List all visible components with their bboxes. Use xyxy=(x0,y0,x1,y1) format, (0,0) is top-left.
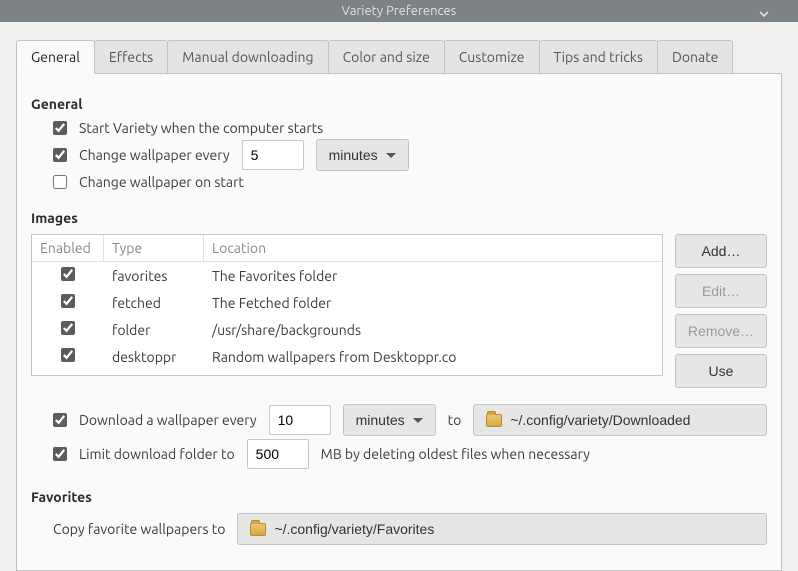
row-type: folder xyxy=(104,320,204,340)
download-path-button[interactable]: ~/.config/variety/Downloaded xyxy=(473,404,767,436)
table-row[interactable]: desktopprRandom wallpapers from Desktopp… xyxy=(32,343,662,370)
table-row[interactable]: fetchedThe Fetched folder xyxy=(32,289,662,316)
window-titlebar: Variety Preferences xyxy=(0,0,798,22)
row-enabled-checkbox[interactable] xyxy=(61,294,75,308)
tab-tips-and-tricks[interactable]: Tips and tricks xyxy=(539,40,658,73)
download-every-value[interactable] xyxy=(269,405,331,435)
folder-icon xyxy=(486,414,502,427)
download-every-unit-select[interactable]: minutes xyxy=(343,404,436,436)
start-on-boot-label: Start Variety when the computer starts xyxy=(79,120,323,136)
section-heading-general: General xyxy=(31,96,767,112)
favorites-path-label: ~/.config/variety/Favorites xyxy=(274,521,434,537)
window-title: Variety Preferences xyxy=(342,4,457,18)
row-type: favorites xyxy=(104,266,204,286)
chevron-down-icon xyxy=(386,153,396,163)
change-every-unit-label: minutes xyxy=(329,147,378,163)
col-header-type[interactable]: Type xyxy=(104,235,204,262)
add-button[interactable]: Add… xyxy=(675,234,767,268)
change-every-unit-select[interactable]: minutes xyxy=(316,139,409,171)
row-location: The Fetched folder xyxy=(204,293,662,313)
tab-donate[interactable]: Donate xyxy=(657,40,733,73)
table-row[interactable]: favoritesThe Favorites folder xyxy=(32,262,662,289)
row-enabled-checkbox[interactable] xyxy=(61,267,75,281)
download-every-unit-label: minutes xyxy=(356,412,405,428)
tab-general[interactable]: General xyxy=(16,40,95,74)
download-to-label: to xyxy=(448,412,462,428)
tab-bar: General Effects Manual downloading Color… xyxy=(16,40,782,74)
col-header-enabled[interactable]: Enabled xyxy=(32,235,104,262)
chevron-down-icon xyxy=(413,418,423,428)
tab-effects[interactable]: Effects xyxy=(94,40,168,73)
change-on-start-label: Change wallpaper on start xyxy=(79,174,244,190)
row-location: Random wallpapers from Desktoppr.co xyxy=(204,347,662,367)
change-every-value[interactable] xyxy=(242,140,304,170)
edit-button[interactable]: Edit… xyxy=(675,274,767,308)
folder-icon xyxy=(250,523,266,536)
favorites-path-button[interactable]: ~/.config/variety/Favorites xyxy=(237,513,767,545)
use-button[interactable]: Use xyxy=(675,354,767,388)
download-path-label: ~/.config/variety/Downloaded xyxy=(510,412,690,428)
panel-general: General Start Variety when the computer … xyxy=(16,74,782,571)
row-type: desktoppr xyxy=(104,347,204,367)
limit-folder-suffix: MB by deleting oldest files when necessa… xyxy=(321,446,590,462)
remove-button[interactable]: Remove… xyxy=(675,314,767,348)
row-enabled-checkbox[interactable] xyxy=(61,321,75,335)
limit-folder-label: Limit download folder to xyxy=(79,446,235,462)
col-header-location[interactable]: Location xyxy=(204,235,662,262)
sources-table[interactable]: Enabled Type Location favoritesThe Favor… xyxy=(31,234,663,376)
change-every-label: Change wallpaper every xyxy=(79,147,230,163)
tab-manual-downloading[interactable]: Manual downloading xyxy=(167,40,328,73)
start-on-boot-checkbox[interactable] xyxy=(53,121,67,135)
download-every-label: Download a wallpaper every xyxy=(79,412,257,428)
row-enabled-checkbox[interactable] xyxy=(61,348,75,362)
row-type: fetched xyxy=(104,293,204,313)
row-location: The Favorites folder xyxy=(204,266,662,286)
download-every-checkbox[interactable] xyxy=(53,413,67,427)
section-heading-favorites: Favorites xyxy=(31,489,767,505)
table-row[interactable]: folder/usr/share/backgrounds xyxy=(32,316,662,343)
limit-folder-value[interactable] xyxy=(247,439,309,469)
change-every-checkbox[interactable] xyxy=(53,148,67,162)
limit-folder-checkbox[interactable] xyxy=(53,447,67,461)
change-on-start-checkbox[interactable] xyxy=(53,175,67,189)
favorites-copy-label: Copy favorite wallpapers to xyxy=(53,521,225,537)
section-heading-images: Images xyxy=(31,210,767,226)
tab-customize[interactable]: Customize xyxy=(444,40,540,73)
tab-color-and-size[interactable]: Color and size xyxy=(328,40,445,73)
row-location: /usr/share/backgrounds xyxy=(204,320,662,340)
